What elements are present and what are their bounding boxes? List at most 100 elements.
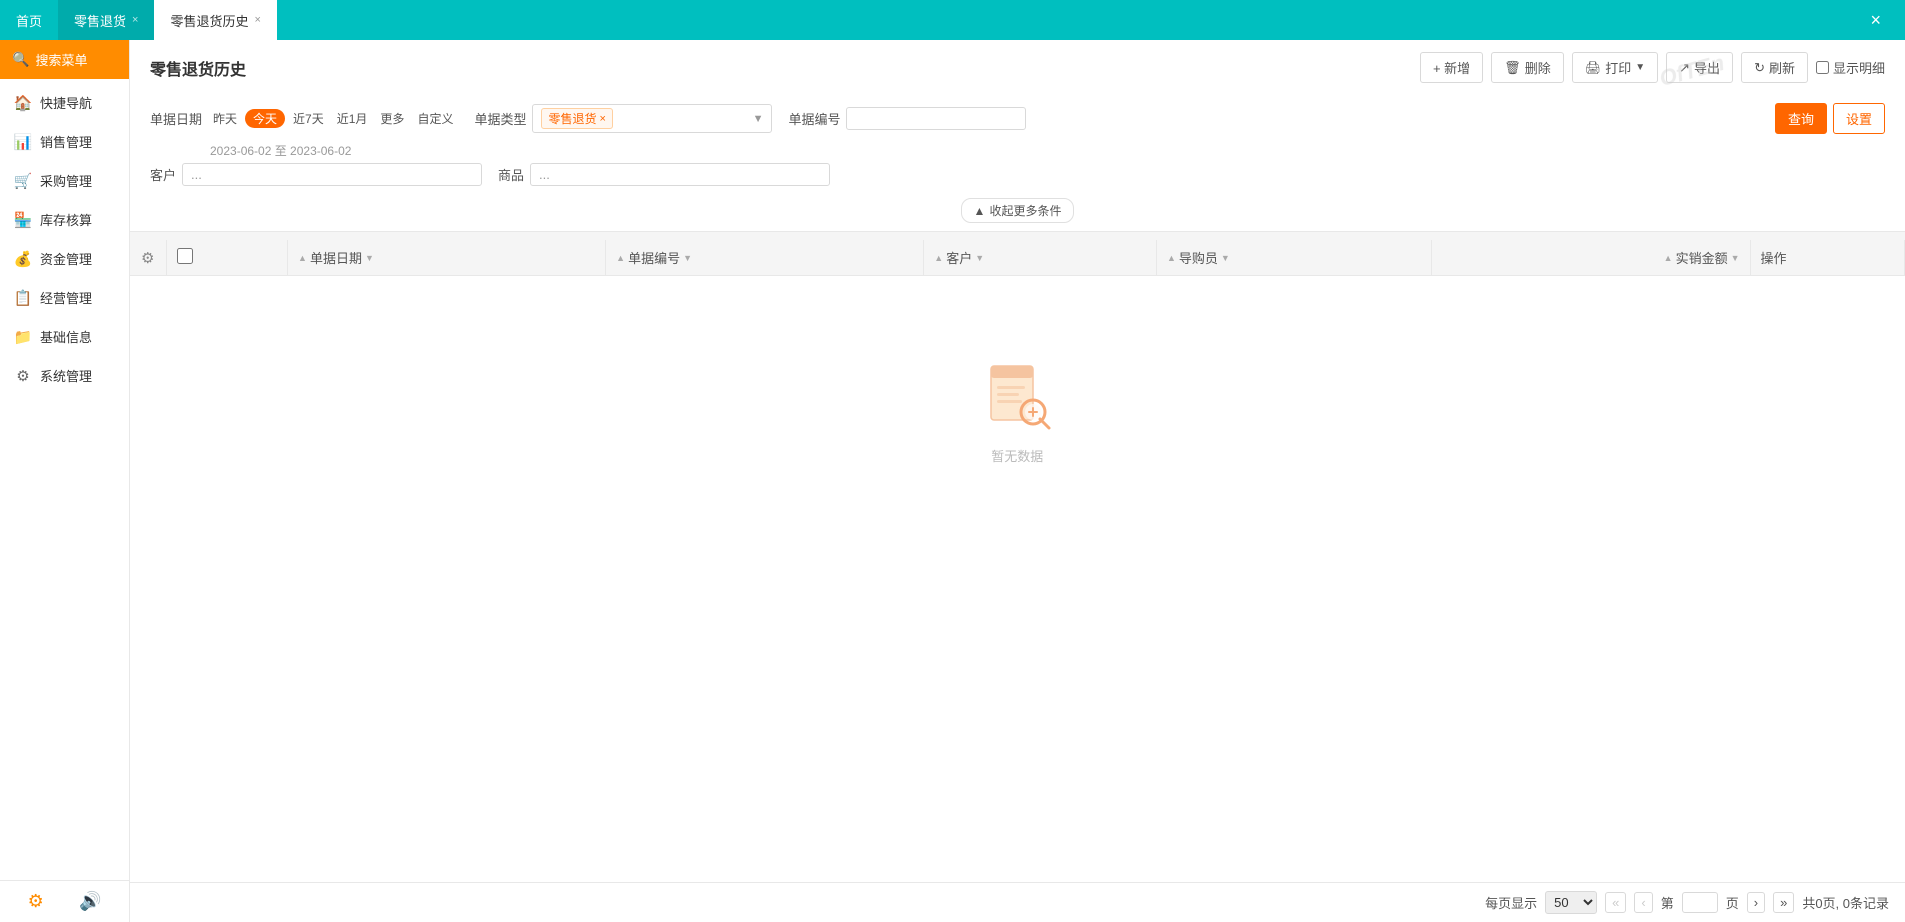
voucher-type-filter: 单据类型 零售退货 × ▼ (474, 104, 772, 133)
settings-filter-button[interactable]: 设置 (1833, 103, 1885, 134)
refresh-label: 刷新 (1769, 58, 1795, 77)
sidebar-item-system[interactable]: ⚙ 系统管理 (0, 356, 129, 395)
table-body: 暂无数据 (130, 276, 1905, 546)
first-page-button[interactable]: « (1605, 892, 1626, 913)
sidebar-item-inventory[interactable]: 🏪 库存核算 (0, 200, 129, 239)
date-btn-custom[interactable]: 自定义 (412, 109, 458, 128)
page-title: 零售退货历史 (150, 56, 246, 80)
last-page-button[interactable]: » (1773, 892, 1794, 913)
inventory-icon: 🏪 (14, 211, 32, 229)
tab-retail-return[interactable]: 零售退货 × (58, 0, 154, 40)
sidebar-item-operations[interactable]: 📋 经营管理 (0, 278, 129, 317)
th-ops: 操作 (1750, 240, 1904, 276)
tab-retail-return-history-label: 零售退货历史 (170, 11, 248, 30)
finance-icon: 💰 (14, 250, 32, 268)
delete-button[interactable]: 🗑 删除 (1491, 52, 1564, 83)
sidebar-item-quick-nav[interactable]: 🏠 快捷导航 (0, 83, 129, 122)
sidebar-item-basic-info-label: 基础信息 (40, 327, 92, 346)
voucher-no-input[interactable] (846, 107, 1026, 130)
goods-placeholder: ... (539, 167, 550, 182)
date-label: 单据日期 (150, 109, 202, 128)
query-button[interactable]: 查询 (1775, 103, 1827, 134)
data-table: ⚙ ▲ 单据日期 ▼ (130, 240, 1905, 545)
date-filter: 单据日期 昨天 今天 近7天 近1月 更多 自定义 (150, 109, 458, 128)
th-amount[interactable]: ▲ 实销金额 ▼ (1432, 240, 1750, 276)
collapse-button[interactable]: ▲ 收起更多条件 (961, 198, 1075, 223)
voucher-type-tag-text: 零售退货 (548, 110, 596, 127)
table-container: ⚙ ▲ 单据日期 ▼ (130, 240, 1905, 882)
sort-amount[interactable]: ▲ 实销金额 ▼ (1664, 248, 1740, 267)
new-button[interactable]: + 新增 (1420, 52, 1483, 83)
sidebar-search[interactable]: 🔍 搜索菜单 (0, 40, 129, 79)
filter-row-2: 客户 ... 商品 ... (150, 163, 1885, 186)
date-btn-7days[interactable]: 近7天 (288, 109, 329, 128)
operations-icon: 📋 (14, 289, 32, 307)
print-icon: 🖨 (1585, 60, 1602, 76)
goods-input-box[interactable]: ... (530, 163, 830, 186)
th-date[interactable]: ▲ 单据日期 ▼ (288, 240, 606, 276)
page-word: 第 (1661, 893, 1674, 912)
show-detail-checkbox-label[interactable]: 显示明细 (1816, 58, 1885, 77)
date-btn-more[interactable]: 更多 (375, 109, 409, 128)
top-bar-right: × (1862, 10, 1905, 31)
date-btn-yesterday[interactable]: 昨天 (208, 109, 242, 128)
next-page-button[interactable]: › (1747, 892, 1765, 913)
sidebar-item-sales-mgmt[interactable]: 📊 销售管理 (0, 122, 129, 161)
th-settings: ⚙ (130, 240, 166, 276)
main-layout: 🔍 搜索菜单 🏠 快捷导航 📊 销售管理 🛒 采购管理 🏪 库存核算 💰 (0, 40, 1905, 922)
settings-bottom-icon[interactable]: ⚙ (28, 891, 44, 912)
export-button[interactable]: ↗ 导出 (1666, 52, 1733, 83)
volume-icon[interactable]: 🔊 (79, 891, 101, 912)
refresh-button[interactable]: ↻ 刷新 (1741, 52, 1808, 83)
sidebar-item-purchase-mgmt[interactable]: 🛒 采购管理 (0, 161, 129, 200)
sort-no-down-icon: ▼ (683, 253, 692, 263)
filter-area: 单据日期 昨天 今天 近7天 近1月 更多 自定义 单据类型 (150, 95, 1885, 231)
export-label: 导出 (1694, 58, 1720, 77)
date-btn-today[interactable]: 今天 (245, 109, 285, 128)
tab-retail-return-history[interactable]: 零售退货历史 × (154, 0, 276, 40)
th-date-label: 单据日期 (310, 248, 362, 267)
show-detail-checkbox[interactable] (1816, 61, 1829, 74)
sort-customer[interactable]: ▲ 客户 ▼ (934, 248, 984, 267)
pagination-bar: 每页显示 10 20 50 100 « ‹ 第 1 页 › » 共0页, 0条记… (130, 882, 1905, 922)
sort-down-icon: ▼ (365, 253, 374, 263)
voucher-type-select[interactable]: 零售退货 × ▼ (532, 104, 772, 133)
window-close-button[interactable]: × (1862, 10, 1889, 31)
tab-retail-return-label: 零售退货 (74, 11, 126, 30)
th-no[interactable]: ▲ 单据编号 ▼ (606, 240, 924, 276)
sort-guide[interactable]: ▲ 导购员 ▼ (1167, 248, 1230, 267)
date-btn-1month[interactable]: 近1月 (332, 109, 373, 128)
sort-cust-down-icon: ▼ (975, 253, 984, 263)
collapse-label: 收起更多条件 (989, 202, 1061, 219)
sort-date[interactable]: ▲ 单据日期 ▼ (298, 248, 374, 267)
th-ops-label: 操作 (1761, 251, 1787, 266)
sidebar-item-basic-info[interactable]: 📁 基础信息 (0, 317, 129, 356)
prev-page-button[interactable]: ‹ (1634, 892, 1652, 913)
page-label: 页 (1726, 893, 1739, 912)
content-area: 零售退货历史 + 新增 🗑 删除 🖨 打印 ▼ ↗ 导出 (130, 40, 1905, 922)
empty-text: 暂无数据 (991, 446, 1043, 465)
collapse-bar: ▲ 收起更多条件 (150, 194, 1885, 231)
print-button[interactable]: 🖨 打印 ▼ (1572, 52, 1658, 83)
tab-retail-return-close[interactable]: × (132, 14, 138, 26)
tab-home[interactable]: 首页 (0, 0, 58, 40)
sidebar-search-label: 搜索菜单 (35, 50, 87, 69)
customer-input-box[interactable]: ... (182, 163, 482, 186)
page-input[interactable]: 1 (1682, 892, 1718, 913)
th-customer[interactable]: ▲ 客户 ▼ (924, 240, 1157, 276)
sort-amt-up-icon: ▲ (1664, 253, 1673, 263)
voucher-type-label: 单据类型 (474, 109, 526, 128)
table-settings-icon[interactable]: ⚙ (141, 250, 154, 267)
voucher-type-tag-close[interactable]: × (599, 113, 605, 125)
sort-no[interactable]: ▲ 单据编号 ▼ (616, 248, 692, 267)
sort-cust-up-icon: ▲ (934, 253, 943, 263)
page-title-row: 零售退货历史 + 新增 🗑 删除 🖨 打印 ▼ ↗ 导出 (150, 52, 1885, 83)
th-guide[interactable]: ▲ 导购员 ▼ (1156, 240, 1431, 276)
sidebar-item-inventory-label: 库存核算 (40, 210, 92, 229)
empty-row: 暂无数据 (130, 276, 1905, 546)
page-size-select[interactable]: 10 20 50 100 (1545, 891, 1597, 914)
tab-retail-return-history-close[interactable]: × (254, 14, 260, 26)
sidebar-item-quick-nav-label: 快捷导航 (40, 93, 92, 112)
sidebar-item-finance[interactable]: 💰 资金管理 (0, 239, 129, 278)
select-all-checkbox[interactable] (177, 248, 193, 264)
